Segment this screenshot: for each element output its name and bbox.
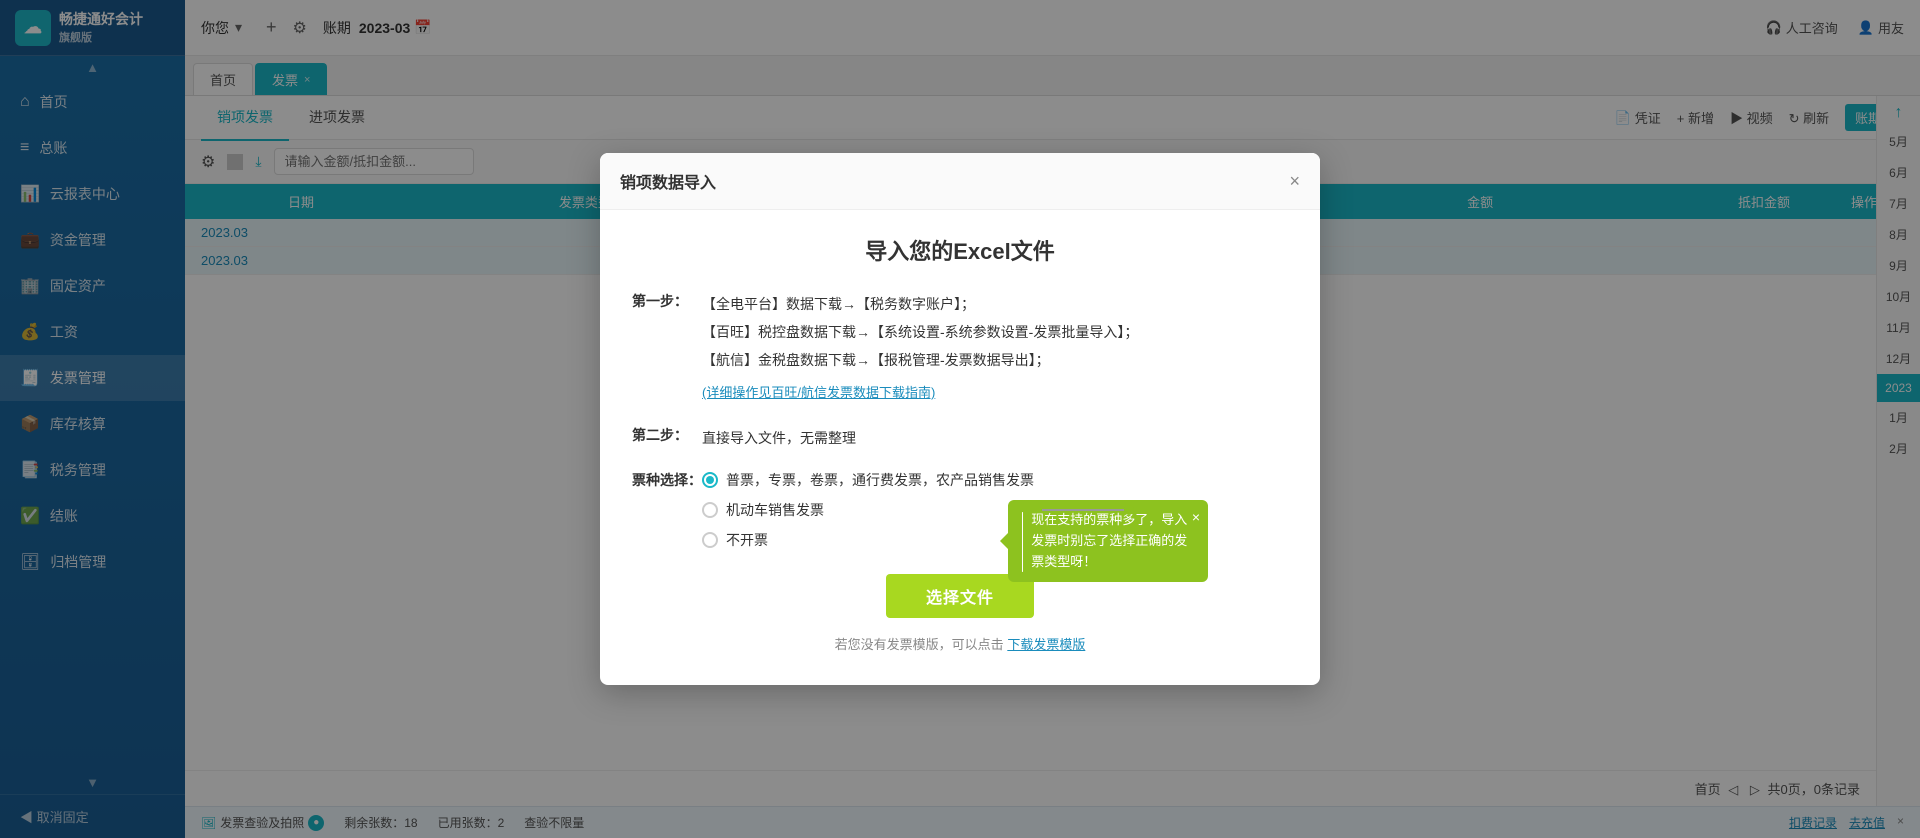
radio-normal[interactable]: 普票，专票，卷票，通行费发票，农产品销售发票: [702, 470, 1034, 490]
ticket-type-section: 票种选择： 普票，专票，卷票，通行费发票，农产品销售发票 机动车销售发票: [632, 470, 1288, 550]
download-template-link[interactable]: 下载发票模版: [1007, 637, 1085, 652]
radio-dot-normal: [706, 476, 714, 484]
radio-section-label: 票种选择：: [632, 470, 702, 490]
tooltip-bar-decoration: [1022, 512, 1023, 572]
radio-circle-normal: [702, 472, 718, 488]
step1-label: 第一步：: [632, 291, 702, 311]
step1-line-3: 【航信】金税盘数据下载→【报税管理-发票数据导出】；: [702, 346, 1138, 374]
radio-circle-noticket: [702, 532, 718, 548]
step1-content: 【全电平台】数据下载→【税务数字账户】； 【百旺】税控盘数据下载→【系统设置-系…: [702, 290, 1138, 406]
tooltip-dot: [1124, 505, 1134, 515]
step-1: 第一步： 【全电平台】数据下载→【税务数字账户】； 【百旺】税控盘数据下载→【系…: [632, 290, 1288, 406]
step2-content: 直接导入文件，无需整理: [702, 424, 856, 452]
dialog-title: 销项数据导入: [620, 169, 716, 193]
dialog-body: 导入您的Excel文件 第一步： 【全电平台】数据下载→【税务数字账户】； 【百…: [600, 210, 1320, 685]
step1-line-2: 【百旺】税控盘数据下载→【系统设置-系统参数设置-发票批量导入】；: [702, 318, 1138, 346]
tooltip-bubble: × 现在支持的票种多了，导入发票时别忘了选择正确的发票类型呀！: [1008, 500, 1208, 582]
tooltip-text: 现在支持的票种多了，导入发票时别忘了选择正确的发票类型呀！: [1031, 510, 1194, 572]
step2-label: 第二步：: [632, 425, 702, 445]
step-2: 第二步： 直接导入文件，无需整理: [632, 424, 1288, 452]
tooltip-line: [1042, 509, 1132, 511]
dialog-header: 销项数据导入 ×: [600, 153, 1320, 210]
tooltip-close-button[interactable]: ×: [1192, 506, 1200, 528]
step1-line-1: 【全电平台】数据下载→【税务数字账户】；: [702, 290, 1138, 318]
import-dialog: 销项数据导入 × 导入您的Excel文件 第一步： 【全电平台】数据下载→【税务…: [600, 153, 1320, 685]
dialog-main-title: 导入您的Excel文件: [632, 234, 1288, 266]
dialog-footer: 若您没有发票模版，可以点击 下载发票模版: [632, 634, 1288, 653]
radio-motor[interactable]: 机动车销售发票: [702, 500, 1034, 520]
radio-circle-motor: [702, 502, 718, 518]
guide-link[interactable]: (详细操作见百旺/航信发票数据下载指南): [702, 385, 935, 400]
radio-noticket[interactable]: 不开票: [702, 530, 1034, 550]
radio-options: 普票，专票，卷票，通行费发票，农产品销售发票 机动车销售发票 不: [702, 470, 1034, 550]
dialog-close-button[interactable]: ×: [1289, 171, 1300, 192]
